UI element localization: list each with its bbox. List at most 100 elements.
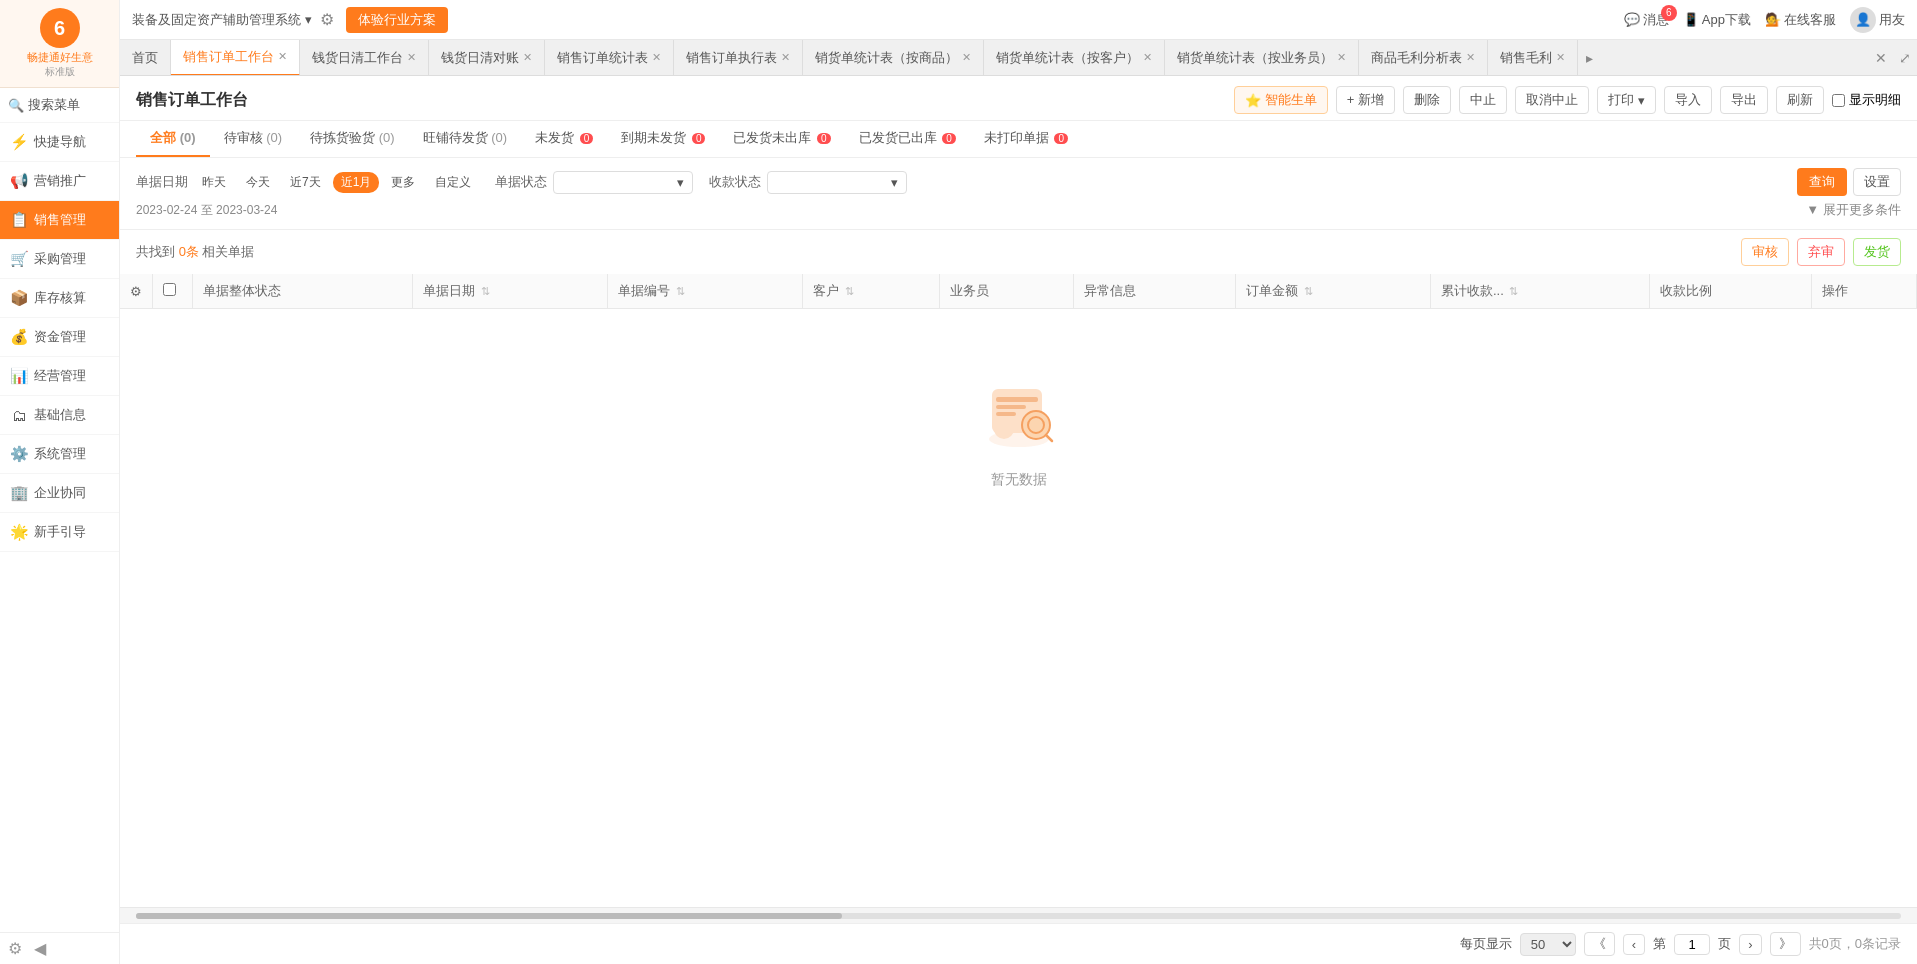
tabbar-more-button[interactable]: ▸ (1578, 50, 1601, 66)
tab-product-margin-close[interactable]: ✕ (1466, 51, 1475, 64)
last-page-button[interactable]: 》 (1770, 932, 1801, 956)
sidebar-item-system[interactable]: ⚙️ 系统管理 (0, 435, 119, 474)
solution-button[interactable]: 体验行业方案 (346, 7, 448, 33)
subtab-shipped-warehoused-badge: 0 (942, 133, 956, 144)
date-yesterday-btn[interactable]: 昨天 (194, 172, 234, 193)
sidebar-item-base-info[interactable]: 🗂 基础信息 (0, 396, 119, 435)
tab-sales-stat[interactable]: 销售订单统计表 ✕ (545, 40, 674, 76)
sidebar-item-finance[interactable]: 💰 资金管理 (0, 318, 119, 357)
subtab-pending-review[interactable]: 待审核 (0) (210, 121, 297, 157)
date-7days-btn[interactable]: 近7天 (282, 172, 329, 193)
subtab-not-shipped[interactable]: 未发货 0 (521, 121, 607, 157)
subtab-wangdian[interactable]: 旺铺待发货 (0) (409, 121, 522, 157)
tab-sales-profit-close[interactable]: ✕ (1556, 51, 1565, 64)
app-download-item[interactable]: 📱 App下载 (1683, 11, 1751, 29)
sidebar-item-purchase[interactable]: 🛒 采购管理 (0, 240, 119, 279)
tab-sales-stat-salesperson[interactable]: 销货单统计表（按业务员） ✕ (1165, 40, 1359, 76)
receipt-filter-select[interactable]: ▾ (767, 171, 907, 194)
stop-button[interactable]: 中止 (1459, 86, 1507, 114)
select-all-checkbox[interactable] (163, 283, 176, 296)
tab-sales-workbench[interactable]: 销售订单工作台 ✕ (171, 40, 300, 76)
th-date[interactable]: 单据日期 ⇅ (413, 274, 608, 309)
message-icon-item[interactable]: 💬 消息 6 (1624, 11, 1669, 29)
subtab-overdue-not-shipped[interactable]: 到期未发货 0 (607, 121, 719, 157)
topbar-gear-icon[interactable]: ⚙ (320, 10, 334, 29)
next-page-button[interactable]: › (1739, 934, 1761, 955)
add-button[interactable]: + 新增 (1336, 86, 1395, 114)
subtab-all[interactable]: 全部 (0) (136, 121, 210, 157)
th-cumulative[interactable]: 累计收款... ⇅ (1430, 274, 1649, 309)
tab-cash-clear[interactable]: 钱货日清工作台 ✕ (300, 40, 429, 76)
show-detail-checkbox[interactable] (1832, 94, 1845, 107)
tab-cash-clear-close[interactable]: ✕ (407, 51, 416, 64)
th-operation-label: 操作 (1822, 283, 1848, 298)
th-amount[interactable]: 订单金额 ⇅ (1236, 274, 1431, 309)
subtab-shipped-not-warehoused[interactable]: 已发货未出库 0 (719, 121, 844, 157)
delete-button[interactable]: 删除 (1403, 86, 1451, 114)
tab-sales-exec-close[interactable]: ✕ (781, 51, 790, 64)
import-button[interactable]: 导入 (1664, 86, 1712, 114)
sidebar-item-sales[interactable]: 📋 销售管理 (0, 201, 119, 240)
subtab-overdue-not-shipped-label: 到期未发货 (621, 130, 686, 145)
tab-cash-reconcile[interactable]: 钱货日清对账 ✕ (429, 40, 545, 76)
show-detail-label[interactable]: 显示明细 (1832, 91, 1901, 109)
tab-sales-stat-product[interactable]: 销货单统计表（按商品） ✕ (803, 40, 984, 76)
date-1month-btn[interactable]: 近1月 (333, 172, 380, 193)
sidebar-item-enterprise[interactable]: 🏢 企业协同 (0, 474, 119, 513)
sidebar-item-marketing[interactable]: 📢 营销推广 (0, 162, 119, 201)
per-page-select[interactable]: 50 20 100 (1520, 933, 1576, 956)
sidebar-search[interactable]: 🔍 搜索菜单 (0, 88, 119, 123)
th-setting[interactable]: ⚙ (120, 274, 153, 309)
th-checkbox[interactable] (153, 274, 193, 309)
date-more-btn[interactable]: 更多 (383, 172, 423, 193)
refresh-button[interactable]: 刷新 (1776, 86, 1824, 114)
horizontal-scrollbar[interactable] (120, 907, 1917, 923)
expand-conditions-button[interactable]: ▼ 展开更多条件 (1806, 201, 1901, 219)
tab-cash-reconcile-close[interactable]: ✕ (523, 51, 532, 64)
online-service-item[interactable]: 💁 在线客服 (1765, 11, 1836, 29)
ship-button[interactable]: 发货 (1853, 238, 1901, 266)
prev-page-button[interactable]: ‹ (1623, 934, 1645, 955)
settings-button[interactable]: 设置 (1853, 168, 1901, 196)
sidebar-item-operations[interactable]: 📊 经营管理 (0, 357, 119, 396)
scroll-thumb[interactable] (136, 913, 842, 919)
tab-sales-workbench-close[interactable]: ✕ (278, 50, 287, 63)
tab-sales-stat-customer[interactable]: 销货单统计表（按客户） ✕ (984, 40, 1165, 76)
print-button[interactable]: 打印 ▾ (1597, 86, 1656, 114)
tab-home[interactable]: 首页 (120, 40, 171, 76)
audit-button[interactable]: 审核 (1741, 238, 1789, 266)
tab-sales-stat-close[interactable]: ✕ (652, 51, 661, 64)
subtab-shipped-warehoused[interactable]: 已发货已出库 0 (845, 121, 970, 157)
first-page-button[interactable]: 《 (1584, 932, 1615, 956)
export-button[interactable]: 导出 (1720, 86, 1768, 114)
page-input[interactable] (1674, 934, 1710, 955)
sidebar-item-inventory[interactable]: 📦 库存核算 (0, 279, 119, 318)
th-customer[interactable]: 客户 ⇅ (803, 274, 940, 309)
date-today-btn[interactable]: 今天 (238, 172, 278, 193)
tab-sales-stat-customer-close[interactable]: ✕ (1143, 51, 1152, 64)
smart-create-button[interactable]: ⭐ 智能生单 (1234, 86, 1328, 114)
cancel-stop-button[interactable]: 取消中止 (1515, 86, 1589, 114)
cancel-audit-button[interactable]: 弃审 (1797, 238, 1845, 266)
user-item[interactable]: 👤 用友 (1850, 7, 1905, 33)
tab-cash-reconcile-label: 钱货日清对账 (441, 49, 519, 67)
status-filter-select[interactable]: ▾ (553, 171, 693, 194)
sidebar-settings-icon[interactable]: ⚙ (8, 939, 22, 958)
tab-product-margin[interactable]: 商品毛利分析表 ✕ (1359, 40, 1488, 76)
tab-sales-profit[interactable]: 销售毛利 ✕ (1488, 40, 1578, 76)
tab-sales-exec[interactable]: 销售订单执行表 ✕ (674, 40, 803, 76)
tabbar-close-all-icon[interactable]: ✕ (1869, 50, 1893, 66)
sidebar-collapse-icon[interactable]: ◀ (34, 939, 46, 958)
tab-sales-stat-product-close[interactable]: ✕ (962, 51, 971, 64)
sidebar-item-quick-nav[interactable]: ⚡ 快捷导航 (0, 123, 119, 162)
subtab-not-printed[interactable]: 未打印单据 0 (970, 121, 1082, 157)
tabbar-minimize-icon[interactable]: ⤢ (1893, 50, 1917, 66)
sidebar-item-newcomer[interactable]: 🌟 新手引导 (0, 513, 119, 552)
query-button[interactable]: 查询 (1797, 168, 1847, 196)
system-title-dropdown[interactable]: 装备及固定资产辅助管理系统 ▾ (132, 11, 312, 29)
scroll-track[interactable] (136, 913, 1901, 919)
tab-sales-stat-salesperson-close[interactable]: ✕ (1337, 51, 1346, 64)
date-custom-btn[interactable]: 自定义 (427, 172, 479, 193)
subtab-pending-inspection[interactable]: 待拣货验货 (0) (296, 121, 409, 157)
th-number[interactable]: 单据编号 ⇅ (608, 274, 803, 309)
